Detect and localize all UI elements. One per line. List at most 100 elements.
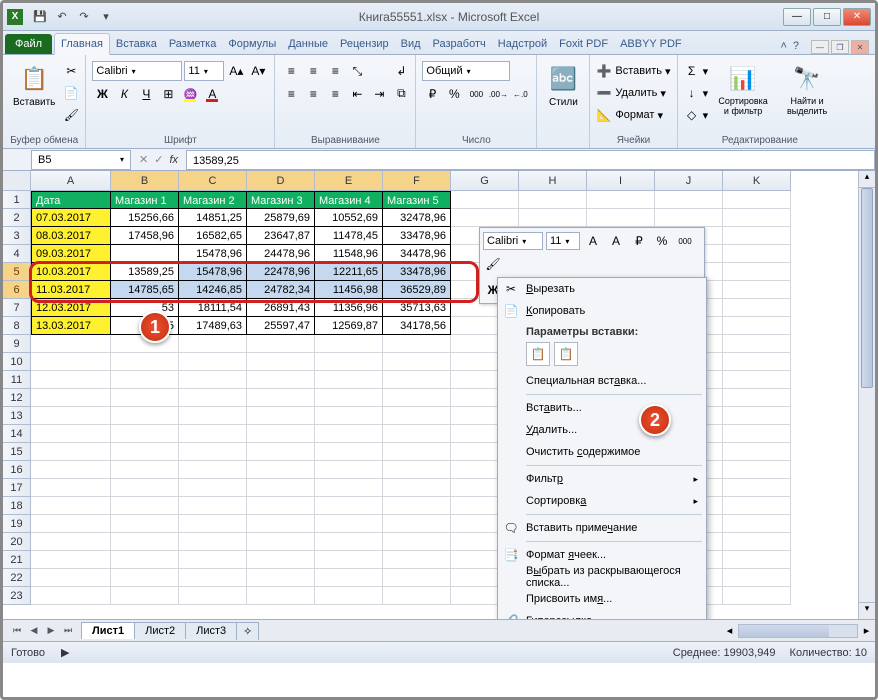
empty-cell[interactable]: [247, 335, 315, 353]
sheet-tab-2[interactable]: Лист2: [134, 622, 186, 639]
confirm-edit-icon[interactable]: ✓: [154, 153, 163, 166]
empty-cell[interactable]: [383, 515, 451, 533]
ctx-hyperlink[interactable]: 🔗Гиперссылка...: [498, 610, 706, 619]
empty-cell[interactable]: [315, 569, 383, 587]
ctx-pick-list[interactable]: Выбрать из раскрывающегося списка...: [498, 566, 706, 588]
col-header-B[interactable]: B: [111, 171, 179, 191]
data-cell[interactable]: 11478,45: [315, 227, 383, 245]
row-header-5[interactable]: 5: [3, 263, 31, 281]
empty-cell[interactable]: [315, 551, 383, 569]
empty-cell[interactable]: [31, 371, 111, 389]
empty-cell[interactable]: [519, 209, 587, 227]
empty-cell[interactable]: [247, 479, 315, 497]
border-button[interactable]: ⊞: [158, 84, 178, 104]
currency-button[interactable]: ₽: [422, 84, 442, 104]
tab-view[interactable]: Вид: [395, 34, 427, 54]
data-cell[interactable]: 15256,66: [111, 209, 179, 227]
orientation-button[interactable]: ⤡: [347, 61, 367, 81]
dec-decimal-button[interactable]: ←.0: [510, 84, 530, 104]
row-header-2[interactable]: 2: [3, 209, 31, 227]
empty-cell[interactable]: [655, 191, 723, 209]
paste-option-1[interactable]: 📋: [526, 342, 550, 366]
row-header-10[interactable]: 10: [3, 353, 31, 371]
empty-cell[interactable]: [247, 425, 315, 443]
tab-data[interactable]: Данные: [282, 34, 334, 54]
styles-button[interactable]: 🔤 Стили: [543, 61, 583, 110]
mdi-close[interactable]: ✕: [851, 40, 869, 54]
row-header-19[interactable]: 19: [3, 515, 31, 533]
percent-button[interactable]: %: [444, 84, 464, 104]
underline-button[interactable]: Ч: [136, 84, 156, 104]
hscroll-left[interactable]: ◂: [721, 624, 738, 637]
merge-button[interactable]: ⧉: [393, 83, 409, 103]
row-header-17[interactable]: 17: [3, 479, 31, 497]
row-header-14[interactable]: 14: [3, 425, 31, 443]
row-header-7[interactable]: 7: [3, 299, 31, 317]
empty-cell[interactable]: [111, 425, 179, 443]
fill-color-button[interactable]: ♒: [180, 84, 200, 104]
empty-cell[interactable]: [179, 569, 247, 587]
col-header-G[interactable]: G: [451, 171, 519, 191]
date-cell[interactable]: 11.03.2017: [31, 281, 111, 299]
italic-button[interactable]: К: [114, 84, 134, 104]
tab-developer[interactable]: Разработч: [427, 34, 492, 54]
empty-cell[interactable]: [383, 479, 451, 497]
empty-cell[interactable]: [31, 497, 111, 515]
mt-percent[interactable]: %: [652, 231, 672, 251]
align-center-button[interactable]: ≡: [303, 84, 323, 104]
empty-cell[interactable]: [247, 353, 315, 371]
empty-cell[interactable]: [723, 371, 791, 389]
col-header-E[interactable]: E: [315, 171, 383, 191]
empty-cell[interactable]: [383, 389, 451, 407]
empty-cell[interactable]: [723, 497, 791, 515]
col-header-K[interactable]: K: [723, 171, 791, 191]
empty-cell[interactable]: [31, 407, 111, 425]
empty-cell[interactable]: [723, 461, 791, 479]
empty-cell[interactable]: [31, 425, 111, 443]
data-cell[interactable]: 12569,87: [315, 317, 383, 335]
help-icon[interactable]: ?: [793, 40, 799, 54]
row-header-8[interactable]: 8: [3, 317, 31, 335]
empty-cell[interactable]: [111, 407, 179, 425]
data-cell[interactable]: 17458,96: [111, 227, 179, 245]
cancel-edit-icon[interactable]: ✕: [139, 153, 148, 166]
empty-cell[interactable]: [587, 209, 655, 227]
empty-cell[interactable]: [383, 425, 451, 443]
cut-button[interactable]: ✂: [63, 61, 79, 81]
shrink-font-button[interactable]: A▾: [248, 61, 268, 81]
fx-icon[interactable]: fx: [169, 154, 178, 166]
empty-cell[interactable]: [111, 461, 179, 479]
date-cell[interactable]: 08.03.2017: [31, 227, 111, 245]
empty-cell[interactable]: [111, 551, 179, 569]
row-header-15[interactable]: 15: [3, 443, 31, 461]
empty-cell[interactable]: [31, 551, 111, 569]
empty-cell[interactable]: [723, 281, 791, 299]
sheet-nav-first[interactable]: ⏮: [9, 623, 25, 639]
empty-cell[interactable]: [31, 479, 111, 497]
empty-cell[interactable]: [111, 371, 179, 389]
clear-button[interactable]: ◇▾: [684, 105, 709, 125]
ctx-comment[interactable]: 🗨Вставить примечание: [498, 517, 706, 539]
scroll-thumb[interactable]: [861, 188, 873, 388]
empty-cell[interactable]: [723, 299, 791, 317]
empty-cell[interactable]: [723, 479, 791, 497]
data-cell[interactable]: 15478,96: [179, 245, 247, 263]
minimize-button[interactable]: —: [783, 8, 811, 26]
row-header-11[interactable]: 11: [3, 371, 31, 389]
empty-cell[interactable]: [383, 335, 451, 353]
status-macro-icon[interactable]: ▶: [61, 646, 69, 659]
close-button[interactable]: ✕: [843, 8, 871, 26]
empty-cell[interactable]: [31, 335, 111, 353]
file-tab[interactable]: Файл: [5, 34, 52, 54]
cells-insert-button[interactable]: ➕Вставить ▾: [596, 61, 670, 81]
col-header-J[interactable]: J: [655, 171, 723, 191]
empty-cell[interactable]: [247, 515, 315, 533]
empty-cell[interactable]: [31, 461, 111, 479]
empty-cell[interactable]: [723, 407, 791, 425]
header-cell[interactable]: Магазин 2: [179, 191, 247, 209]
empty-cell[interactable]: [179, 551, 247, 569]
empty-cell[interactable]: [111, 569, 179, 587]
empty-cell[interactable]: [247, 569, 315, 587]
ctx-copy[interactable]: 📄Копировать: [498, 300, 706, 322]
sheet-nav-next[interactable]: ▶: [43, 623, 59, 639]
